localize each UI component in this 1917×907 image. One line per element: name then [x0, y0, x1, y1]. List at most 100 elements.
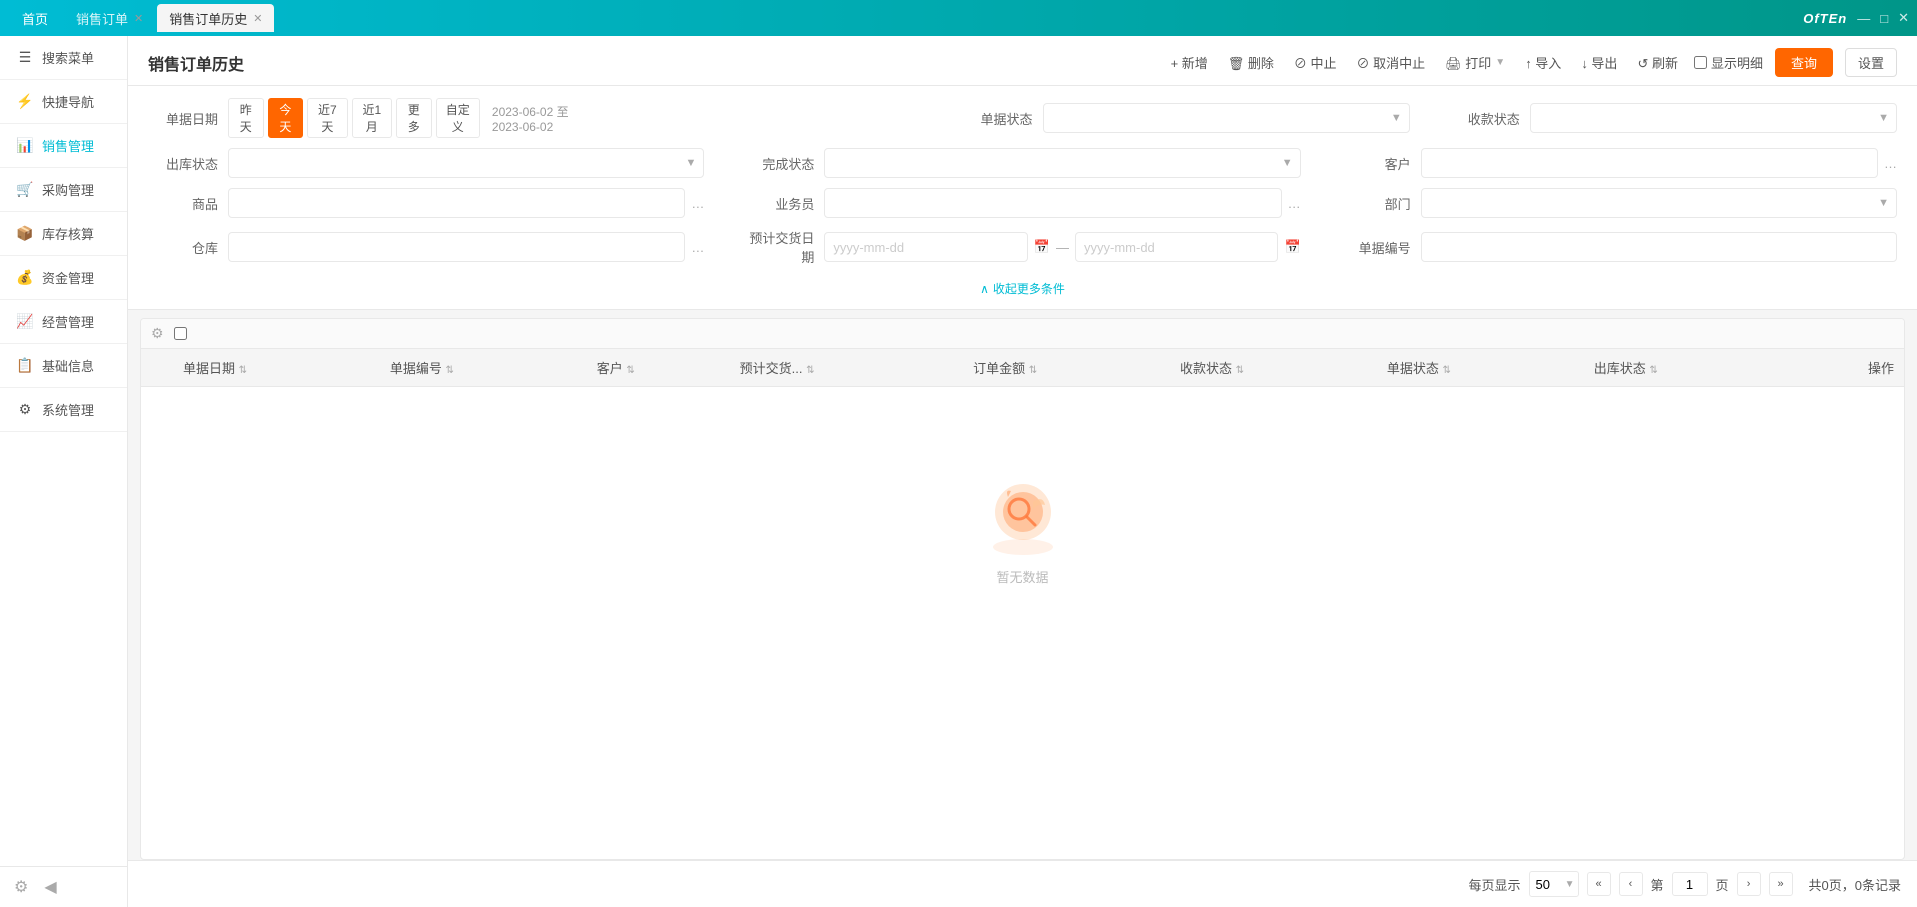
date-btn-custom[interactable]: 自定义 — [436, 98, 480, 138]
toolbar: + 新增 🗑 删除 ⊘ 中止 ⊘ 取消中止 🖨 打印 ▼ ↑ 导入 ↓ 导出 ↺… — [1167, 48, 1897, 77]
tab-sales-order-history-close[interactable]: ✕ — [253, 12, 262, 25]
delete-button[interactable]: 🗑 删除 — [1224, 51, 1278, 74]
complete-status-select[interactable] — [824, 148, 1300, 178]
th-expected-date-label: 预计交货... — [740, 361, 803, 376]
purchase-mgmt-icon: 🛒 — [16, 181, 34, 198]
customer-input[interactable] — [1421, 148, 1878, 178]
sidebar-item-basic-info[interactable]: 📋 基础信息 — [0, 344, 127, 388]
date-btn-1month[interactable]: 近1月 — [352, 98, 392, 138]
sidebar-item-finance[interactable]: 💰 资金管理 — [0, 256, 127, 300]
new-button[interactable]: + 新增 — [1167, 51, 1212, 74]
import-button[interactable]: ↑ 导入 — [1521, 51, 1565, 74]
tab-sales-order-history-label: 销售订单历史 — [169, 9, 247, 28]
sort-icon-doc-number: ⇅ — [446, 365, 454, 376]
select-all-checkbox[interactable] — [174, 327, 187, 340]
query-button[interactable]: 查询 — [1775, 48, 1833, 77]
maximize-button[interactable]: □ — [1880, 11, 1888, 26]
goods-input[interactable] — [228, 188, 685, 218]
tab-home[interactable]: 首页 — [8, 4, 62, 32]
warehouse-input[interactable] — [228, 232, 685, 262]
complete-status-label: 完成状态 — [744, 154, 824, 173]
refresh-button[interactable]: ↺ 刷新 — [1633, 51, 1682, 74]
cancel-stop-button[interactable]: ⊘ 取消中止 — [1353, 51, 1430, 74]
table-settings-icon[interactable]: ⚙ — [151, 325, 164, 342]
prev-page-button[interactable]: ‹ — [1619, 872, 1643, 896]
order-status-select[interactable] — [1043, 103, 1410, 133]
sidebar-collapse-icon[interactable]: ◀ — [44, 877, 56, 897]
expected-date-from[interactable] — [824, 232, 1027, 262]
th-order-amount-label: 订单金额 — [973, 361, 1025, 376]
display-details-input[interactable] — [1694, 56, 1707, 69]
date-btn-more[interactable]: 更多 — [396, 98, 432, 138]
page-size-select[interactable]: 50 10 20 100 — [1529, 871, 1579, 897]
sidebar-item-purchase-mgmt[interactable]: 🛒 采购管理 — [0, 168, 127, 212]
tab-sales-order-label: 销售订单 — [76, 9, 128, 28]
salesperson-dots[interactable]: … — [1288, 196, 1301, 211]
goods-dots[interactable]: … — [691, 196, 704, 211]
next-page-button[interactable]: › — [1737, 872, 1761, 896]
settings-button[interactable]: 设置 — [1845, 48, 1897, 77]
sort-icon-doc-status: ⇅ — [1443, 365, 1451, 376]
th-action: 操作 — [1791, 349, 1904, 387]
table-body: 暂无数据 — [141, 387, 1904, 647]
th-doc-number[interactable]: 单据编号 ⇅ — [380, 349, 587, 387]
department-select[interactable] — [1421, 188, 1897, 218]
export-button[interactable]: ↓ 导出 — [1577, 51, 1621, 74]
page-number-input[interactable] — [1672, 872, 1708, 896]
sidebar-item-system[interactable]: ⚙ 系统管理 — [0, 388, 127, 432]
th-customer[interactable]: 客户 ⇅ — [587, 349, 730, 387]
th-order-amount[interactable]: 订单金额 ⇅ — [963, 349, 1170, 387]
sidebar-item-purchase-mgmt-label: 采购管理 — [42, 180, 94, 199]
collapse-label: 收起更多条件 — [993, 280, 1065, 297]
salesperson-input[interactable] — [824, 188, 1281, 218]
sidebar-item-quick-nav-label: 快捷导航 — [42, 92, 94, 111]
th-expected-date[interactable]: 预计交货... ⇅ — [730, 349, 964, 387]
outbound-status-select[interactable] — [228, 148, 704, 178]
first-page-button[interactable]: « — [1587, 872, 1611, 896]
sidebar-item-operations-label: 经营管理 — [42, 312, 94, 331]
th-doc-status[interactable]: 单据状态 ⇅ — [1377, 349, 1584, 387]
tab-sales-order-history[interactable]: 销售订单历史 ✕ — [157, 4, 274, 32]
minimize-button[interactable]: — — [1857, 11, 1870, 26]
date-btn-today[interactable]: 今天 — [268, 98, 304, 138]
th-payment-status[interactable]: 收款状态 ⇅ — [1170, 349, 1377, 387]
filter-row-1: 单据日期 昨天 今天 近7天 近1月 更多 自定义 2023-06-02 至 2… — [148, 98, 1897, 138]
tab-sales-order[interactable]: 销售订单 ✕ — [64, 4, 155, 32]
date-btn-yesterday[interactable]: 昨天 — [228, 98, 264, 138]
expected-date-to[interactable] — [1075, 232, 1278, 262]
sidebar-item-sales-mgmt-label: 销售管理 — [42, 136, 94, 155]
sidebar-item-quick-nav[interactable]: ⚡ 快捷导航 — [0, 80, 127, 124]
th-payment-status-label: 收款状态 — [1180, 361, 1232, 376]
print-dropdown-icon[interactable]: ▼ — [1495, 57, 1505, 68]
calendar-icon-from[interactable]: 📅 — [1034, 239, 1050, 255]
tab-sales-order-close[interactable]: ✕ — [134, 12, 143, 25]
total-text: 共0页，0条记录 — [1809, 875, 1901, 894]
print-button[interactable]: 🖨 打印 ▼ — [1441, 51, 1509, 74]
th-outbound-status[interactable]: 出库状态 ⇅ — [1584, 349, 1791, 387]
payment-status-select[interactable] — [1530, 103, 1897, 133]
warehouse-dots[interactable]: … — [691, 240, 704, 255]
display-details-checkbox[interactable]: 显示明细 — [1694, 53, 1763, 72]
sidebar-item-inventory-label: 库存核算 — [42, 224, 94, 243]
tab-home-label: 首页 — [22, 9, 48, 28]
collapse-row[interactable]: ∧ 收起更多条件 — [148, 276, 1897, 297]
customer-dots[interactable]: … — [1884, 156, 1897, 171]
th-doc-status-label: 单据状态 — [1387, 361, 1439, 376]
sidebar-item-inventory[interactable]: 📦 库存核算 — [0, 212, 127, 256]
stop-button[interactable]: ⊘ 中止 — [1290, 51, 1341, 74]
last-page-button[interactable]: » — [1769, 872, 1793, 896]
system-icon: ⚙ — [16, 401, 34, 418]
customer-label: 客户 — [1341, 154, 1421, 173]
sidebar-item-operations[interactable]: 📈 经营管理 — [0, 300, 127, 344]
th-doc-date[interactable]: 单据日期 ⇅ — [173, 349, 380, 387]
sidebar-item-sales-mgmt[interactable]: 📊 销售管理 — [0, 124, 127, 168]
filter-row-2: 出库状态 ▼ 完成状态 ▼ 客户 — [148, 148, 1897, 178]
sidebar-item-search-menu[interactable]: ☰ 搜索菜单 — [0, 36, 127, 80]
date-btn-7days[interactable]: 近7天 — [307, 98, 347, 138]
order-number-input[interactable] — [1421, 232, 1897, 262]
empty-text: 暂无数据 — [996, 567, 1048, 586]
close-button[interactable]: ✕ — [1898, 10, 1909, 26]
pagination: 每页显示 50 10 20 100 ▼ « ‹ 第 页 › » 共0页，0条记录 — [128, 860, 1917, 907]
sidebar-settings-icon[interactable]: ⚙ — [14, 877, 28, 897]
calendar-icon-to[interactable]: 📅 — [1284, 239, 1300, 255]
